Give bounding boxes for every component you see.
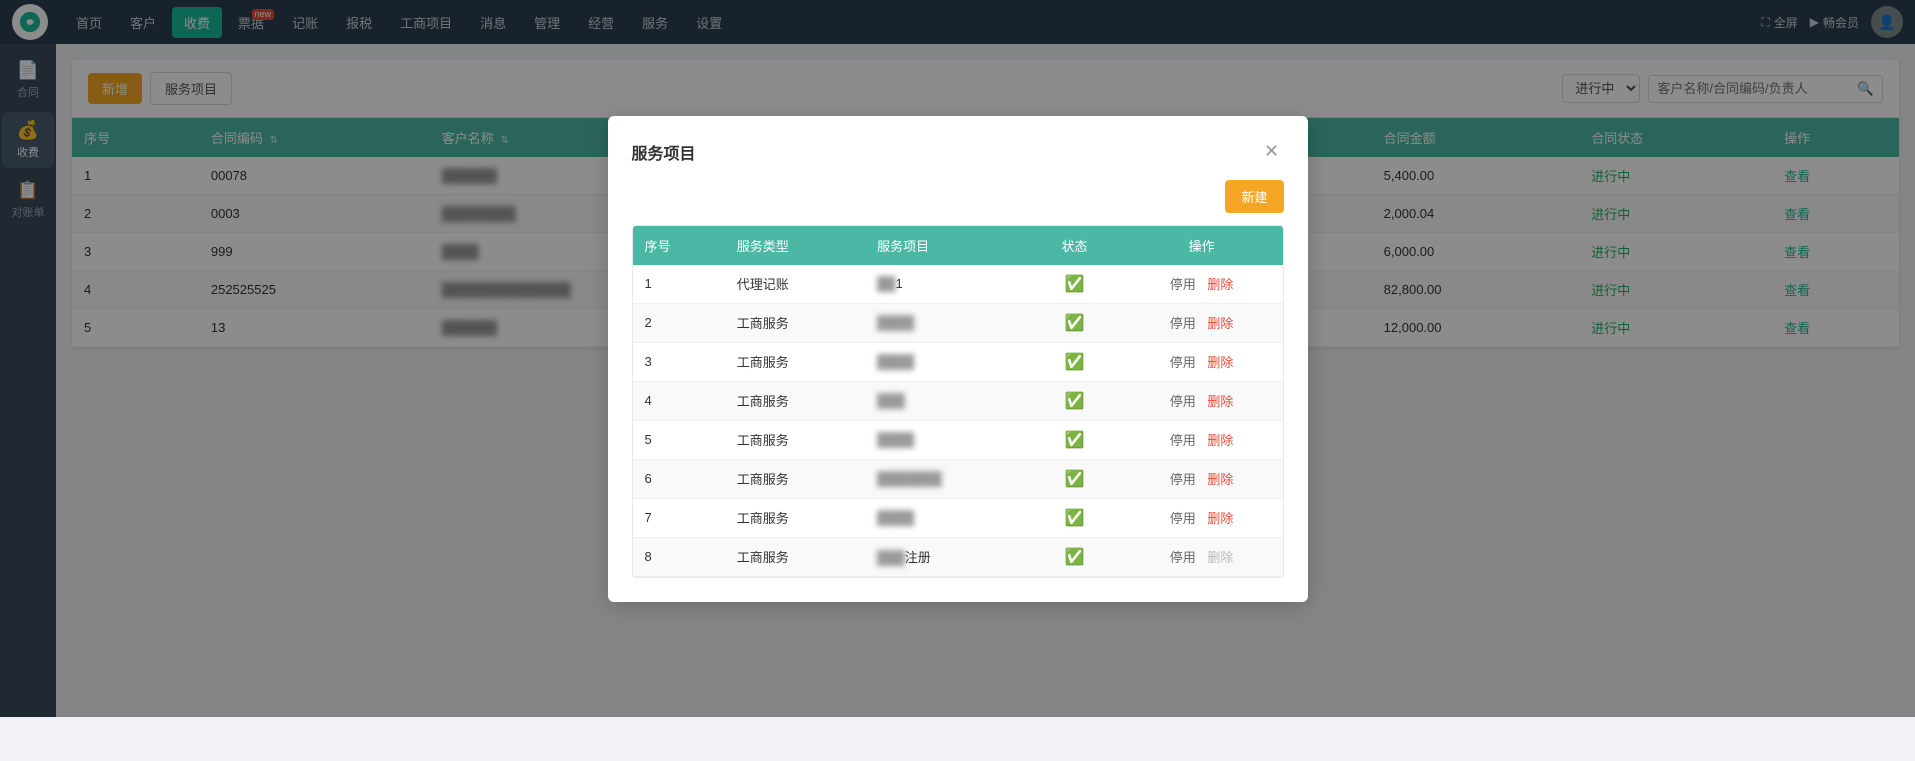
status-check-7: ✅ xyxy=(1065,510,1085,527)
stop-btn-4[interactable]: 停用 xyxy=(1170,394,1196,409)
stop-btn-8[interactable]: 停用 xyxy=(1170,550,1196,565)
stop-btn-1[interactable]: 停用 xyxy=(1170,277,1196,292)
service-row: 3 工商服务 ████ ✅ 停用 删除 xyxy=(633,342,1283,381)
service-row: 2 工商服务 ████ ✅ 停用 删除 xyxy=(633,303,1283,342)
service-row: 8 工商服务 ███注册 ✅ 停用 删除 xyxy=(633,537,1283,576)
stop-btn-3[interactable]: 停用 xyxy=(1170,355,1196,370)
delete-btn-8[interactable]: 删除 xyxy=(1207,550,1233,565)
stop-btn-7[interactable]: 停用 xyxy=(1170,511,1196,526)
service-table-header: 序号 服务类型 服务项目 状态 操作 xyxy=(633,226,1283,265)
status-check-6: ✅ xyxy=(1065,471,1085,488)
stop-btn-5[interactable]: 停用 xyxy=(1170,433,1196,448)
service-modal: 服务项目 ✕ 新建 序号 服务类型 服务项目 状态 操作 xyxy=(608,116,1308,602)
service-row: 4 工商服务 ███ ✅ 停用 删除 xyxy=(633,381,1283,420)
status-check-8: ✅ xyxy=(1065,549,1085,566)
service-row: 7 工商服务 ████ ✅ 停用 删除 xyxy=(633,498,1283,537)
delete-btn-4[interactable]: 删除 xyxy=(1207,394,1233,409)
service-col-action: 操作 xyxy=(1121,226,1283,265)
stop-btn-2[interactable]: 停用 xyxy=(1170,316,1196,331)
status-check-3: ✅ xyxy=(1065,354,1085,371)
delete-btn-5[interactable]: 删除 xyxy=(1207,433,1233,448)
service-row: 1 代理记账 ██1 ✅ 停用 删除 xyxy=(633,265,1283,304)
delete-btn-6[interactable]: 删除 xyxy=(1207,472,1233,487)
status-check-1: ✅ xyxy=(1065,276,1085,293)
service-row: 5 工商服务 ████ ✅ 停用 删除 xyxy=(633,420,1283,459)
modal-toolbar: 新建 xyxy=(632,180,1284,213)
delete-btn-1[interactable]: 删除 xyxy=(1207,277,1233,292)
delete-btn-2[interactable]: 删除 xyxy=(1207,316,1233,331)
service-col-type: 服务类型 xyxy=(725,226,865,265)
service-table-wrap: 序号 服务类型 服务项目 状态 操作 1 代理记账 ██1 ✅ 停用 xyxy=(632,225,1284,578)
status-check-4: ✅ xyxy=(1065,393,1085,410)
service-col-item: 服务项目 xyxy=(865,226,1028,265)
delete-btn-7[interactable]: 删除 xyxy=(1207,511,1233,526)
stop-btn-6[interactable]: 停用 xyxy=(1170,472,1196,487)
modal-close-button[interactable]: ✕ xyxy=(1260,140,1284,164)
new-service-button[interactable]: 新建 xyxy=(1225,180,1283,213)
service-col-status: 状态 xyxy=(1028,226,1120,265)
service-table: 序号 服务类型 服务项目 状态 操作 1 代理记账 ██1 ✅ 停用 xyxy=(633,226,1283,577)
service-col-seq: 序号 xyxy=(633,226,725,265)
modal-header: 服务项目 ✕ xyxy=(632,140,1284,164)
status-check-5: ✅ xyxy=(1065,432,1085,449)
modal-overlay[interactable]: 服务项目 ✕ 新建 序号 服务类型 服务项目 状态 操作 xyxy=(0,0,1915,717)
status-check-2: ✅ xyxy=(1065,315,1085,332)
modal-title: 服务项目 xyxy=(632,140,696,164)
delete-btn-3[interactable]: 删除 xyxy=(1207,355,1233,370)
service-row: 6 工商服务 ███████ ✅ 停用 删除 xyxy=(633,459,1283,498)
